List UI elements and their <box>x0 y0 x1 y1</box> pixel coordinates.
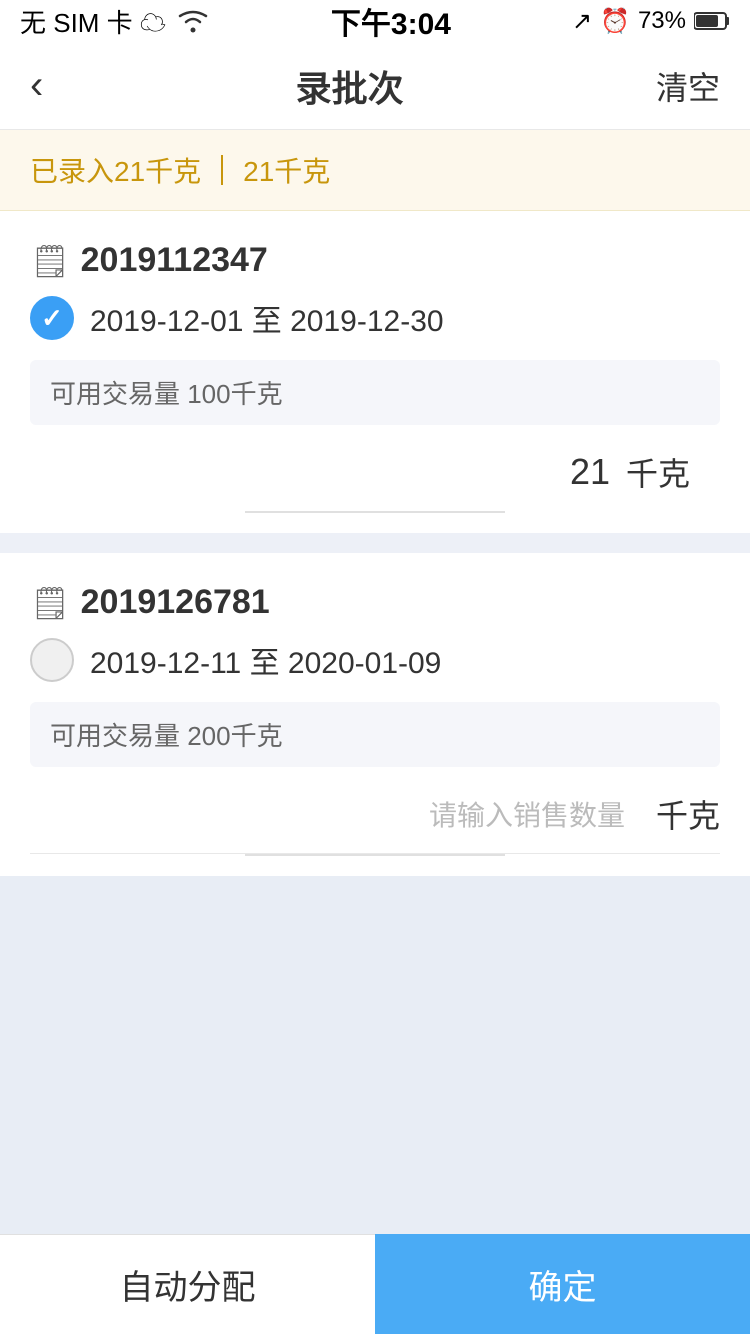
batch-card-2: 🗒 2019126781 2019-12-11 至 2020-01-09 可用交… <box>0 553 750 876</box>
page-title: 录批次 <box>296 60 404 112</box>
batch-2-header: 🗒 2019126781 <box>30 583 720 622</box>
status-left: 无 SIM 卡 ☁ <box>20 3 210 40</box>
batch-2-date: 2019-12-11 至 2020-01-09 <box>90 638 441 682</box>
auto-distribute-button[interactable]: 自动分配 <box>0 1234 375 1334</box>
status-time: 下午3:04 <box>331 0 451 43</box>
recorded-label: 已录入21千克 <box>30 150 201 190</box>
no-sim-text: 无 SIM 卡 ☁ <box>20 3 166 40</box>
batch-1-available: 可用交易量 100千克 <box>30 360 720 425</box>
status-bar: 无 SIM 卡 ☁ 下午3:04 ↗ ⏰ 73% <box>0 0 750 42</box>
batch-2-icon: 🗒 <box>30 584 71 622</box>
bottom-area <box>0 876 750 1276</box>
batch-2-date-row[interactable]: 2019-12-11 至 2020-01-09 <box>30 638 720 682</box>
clear-button[interactable]: 清空 <box>656 63 720 109</box>
back-button[interactable]: ‹ <box>30 63 43 108</box>
summary-banner: 已录入21千克 21千克 <box>0 130 750 211</box>
batch-1-date: 2019-12-01 至 2019-12-30 <box>90 296 444 340</box>
batch-1-value: 21 <box>570 451 610 493</box>
battery-percent: 73% <box>638 7 686 35</box>
alarm-icon: ⏰ <box>600 7 630 36</box>
summary-divider <box>221 155 223 185</box>
batch-2-radio[interactable] <box>30 638 74 682</box>
total-label: 21千克 <box>243 150 330 190</box>
location-icon: ↗ <box>572 7 592 36</box>
batch-1-underline <box>245 511 505 513</box>
status-right: ↗ ⏰ 73% <box>572 7 730 36</box>
wifi-icon <box>176 8 210 34</box>
batch-2-underline <box>245 854 505 856</box>
bottom-bar: 自动分配 确定 <box>0 1234 750 1334</box>
batch-1-date-row[interactable]: 2019-12-01 至 2019-12-30 <box>30 296 720 340</box>
batch-card-1: 🗒 2019112347 2019-12-01 至 2019-12-30 可用交… <box>0 211 750 533</box>
battery-icon <box>694 11 730 31</box>
batch-1-radio[interactable] <box>30 296 74 340</box>
nav-bar: ‹ 录批次 清空 <box>0 42 750 130</box>
batch-2-underline-row <box>30 854 720 876</box>
batch-1-unit: 千克 <box>626 449 690 495</box>
confirm-button[interactable]: 确定 <box>375 1234 750 1334</box>
batch-2-available: 可用交易量 200千克 <box>30 702 720 767</box>
batch-2-quantity-input[interactable] <box>220 796 640 833</box>
section-divider <box>0 533 750 553</box>
batch-2-unit: 千克 <box>656 791 720 837</box>
batch-1-underline-row <box>30 511 720 533</box>
batch-1-id: 2019112347 <box>81 241 268 280</box>
batch-1-icon: 🗒 <box>30 242 71 280</box>
batch-2-id: 2019126781 <box>81 583 270 622</box>
batch-2-input-row[interactable]: 千克 <box>30 767 720 854</box>
batch-1-value-row: 21 千克 <box>30 425 720 511</box>
batch-1-header: 🗒 2019112347 <box>30 241 720 280</box>
